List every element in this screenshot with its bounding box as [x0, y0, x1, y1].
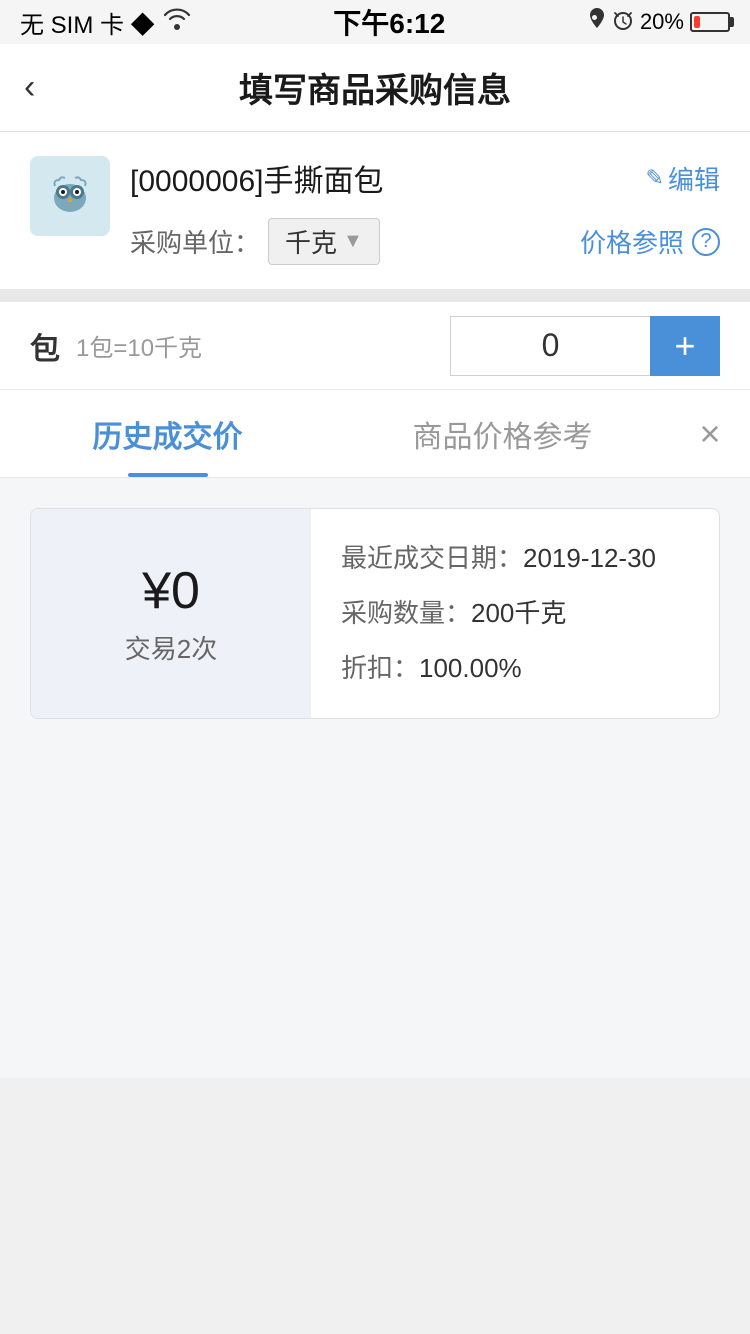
purchase-qty-row: 采购数量：200千克 [341, 594, 689, 633]
product-info: [0000006]手撕面包 ✎ 编辑 采购单位： 千克 ▼ 价格参照 [130, 156, 720, 265]
quantity-row: 包 1包=10千克 0 + [0, 302, 750, 390]
back-button[interactable]: ‹ [24, 68, 35, 107]
unit-value: 千克 [285, 223, 337, 260]
edit-icon: ✎ [646, 165, 664, 191]
tab-product-price-ref[interactable]: 商品价格参考 [335, 390, 670, 477]
owl-icon [45, 168, 95, 225]
price-trades: 交易2次 [125, 629, 217, 666]
status-right: 20% [588, 8, 730, 36]
tab-history-price-label: 历史成交价 [93, 412, 243, 456]
discount-value: 100.00% [419, 653, 522, 683]
location-icon [588, 8, 606, 36]
purchase-qty-label: 采购数量： [341, 598, 471, 628]
quantity-input-area: 0 + [450, 316, 720, 376]
discount-label: 折扣： [341, 653, 419, 683]
purchase-qty-value: 200千克 [471, 598, 566, 628]
unit-select[interactable]: 千克 ▼ [268, 218, 380, 265]
quantity-input[interactable]: 0 [450, 316, 650, 376]
product-name: [0000006]手撕面包 [130, 156, 383, 200]
unit-label: 采购单位： [130, 223, 260, 260]
panel-container: 历史成交价 商品价格参考 × ¥0 交易2次 最近成交日期：2019-12-30… [0, 390, 750, 1078]
quantity-unit-desc: 1包=10千克 [76, 328, 202, 363]
product-card: [0000006]手撕面包 ✎ 编辑 采购单位： 千克 ▼ 价格参照 [0, 132, 750, 290]
alarm-icon [612, 8, 634, 36]
status-time: 下午6:12 [333, 2, 445, 42]
panel-close-button[interactable]: × [670, 390, 750, 477]
quantity-plus-button[interactable]: + [650, 316, 720, 376]
price-card: ¥0 交易2次 最近成交日期：2019-12-30 采购数量：200千克 折扣：… [30, 508, 720, 719]
price-card-left: ¥0 交易2次 [31, 509, 311, 718]
quantity-unit-badge: 包 [30, 324, 60, 368]
price-value: 0 [171, 562, 200, 620]
price-card-right: 最近成交日期：2019-12-30 采购数量：200千克 折扣：100.00% [311, 509, 719, 718]
currency-symbol: ¥ [142, 562, 171, 620]
status-bar: 无 SIM 卡 ◆ 下午6:12 20% [0, 0, 750, 44]
recent-date-label: 最近成交日期： [341, 543, 523, 573]
edit-button[interactable]: ✎ 编辑 [646, 160, 720, 197]
price-amount: ¥0 [142, 561, 200, 621]
quantity-label: 包 1包=10千克 [30, 324, 202, 368]
battery-indicator [690, 12, 730, 32]
recent-date-row: 最近成交日期：2019-12-30 [341, 539, 689, 578]
tabs-row: 历史成交价 商品价格参考 × [0, 390, 750, 478]
tab-product-price-ref-label: 商品价格参考 [413, 412, 593, 456]
edit-label: 编辑 [668, 160, 720, 197]
dropdown-arrow-icon: ▼ [343, 230, 363, 253]
nav-bar: ‹ 填写商品采购信息 [0, 44, 750, 132]
price-ref-label: 价格参照 [580, 223, 684, 260]
page-title: 填写商品采购信息 [239, 63, 511, 112]
status-left: 无 SIM 卡 ◆ [20, 5, 191, 40]
battery-percent-text: 20% [640, 9, 684, 35]
price-ref-button[interactable]: 价格参照 ? [580, 223, 720, 260]
history-section: ¥0 交易2次 最近成交日期：2019-12-30 采购数量：200千克 折扣：… [0, 478, 750, 1078]
separator [0, 290, 750, 302]
tab-history-price[interactable]: 历史成交价 [0, 390, 335, 477]
discount-row: 折扣：100.00% [341, 649, 689, 688]
no-sim-text: 无 SIM 卡 ◆ [20, 5, 155, 40]
recent-date-value: 2019-12-30 [523, 543, 656, 573]
product-logo [30, 156, 110, 236]
help-icon: ? [692, 228, 720, 256]
wifi-icon [163, 8, 191, 37]
